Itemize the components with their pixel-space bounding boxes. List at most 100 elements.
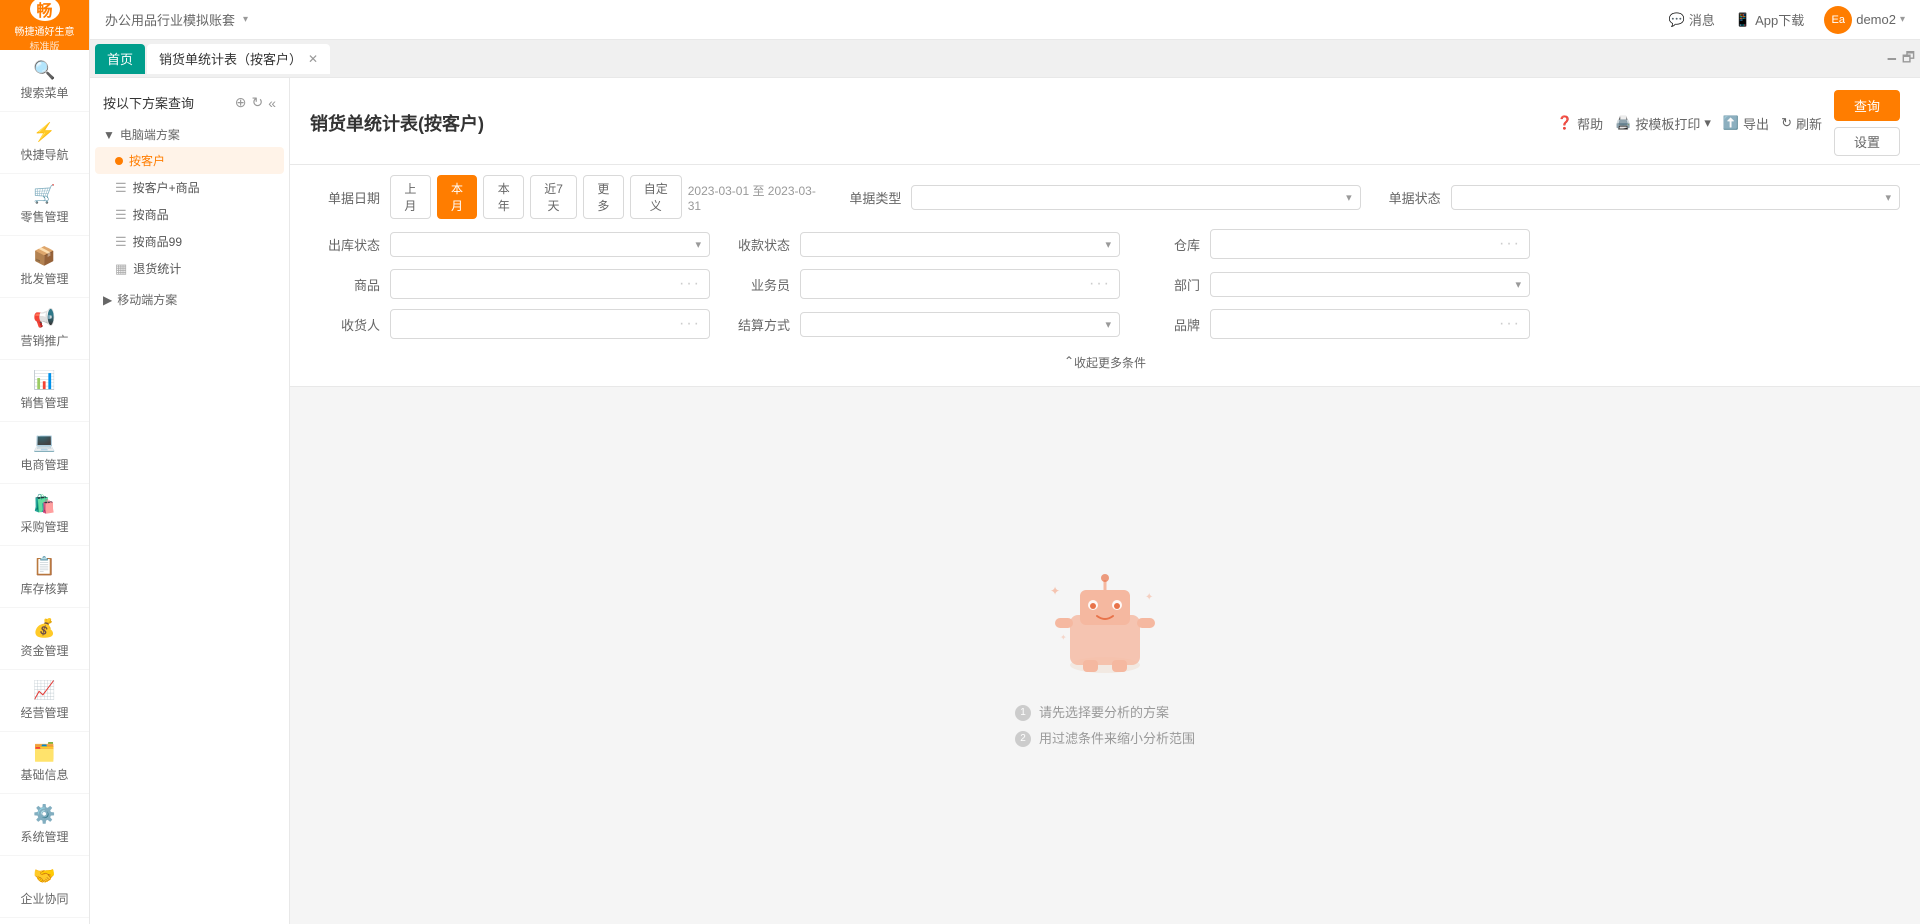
sidebar-item-inventory[interactable]: 📋 库存核算 (0, 546, 90, 608)
scheme-item-product[interactable]: ☰ 按商品 (95, 201, 284, 228)
sidebar-item-search[interactable]: 🔍 搜索菜单 (0, 50, 90, 112)
sidebar-item-quicknav[interactable]: ⚡ 快捷导航 (0, 112, 90, 174)
settings-button[interactable]: 设置 (1834, 127, 1900, 156)
order-type-label: 单据类型 (831, 188, 901, 207)
receiver-input[interactable]: ··· (390, 309, 710, 339)
sidebar-item-basic[interactable]: 🗂️ 基础信息 (0, 732, 90, 794)
dept-label: 部门 (1130, 275, 1200, 294)
scheme-item-label: 按商品 (133, 206, 169, 223)
top-header: 办公用品行业模拟账套 ▾ 💬 消息 📱 App下载 Ea demo2 ▾ (90, 0, 1920, 40)
sidebar-item-enterprise[interactable]: 🤝 企业协同 (0, 856, 90, 918)
filter-row-receiver: 收货人 ··· 结算方式 ▾ 品牌 ··· (310, 309, 1900, 339)
user-profile[interactable]: Ea demo2 ▾ (1824, 6, 1905, 34)
header-actions: 💬 消息 📱 App下载 Ea demo2 ▾ (1669, 6, 1905, 34)
sidebar-item-ecommerce[interactable]: 💻 电商管理 (0, 422, 90, 484)
brand-input[interactable]: ··· (1210, 309, 1530, 339)
date-btn-7days[interactable]: 近7天 (530, 175, 577, 219)
app-download-label: App下载 (1755, 10, 1804, 29)
staff-dots: ··· (1089, 275, 1111, 293)
retail-icon: 🛒 (5, 184, 85, 205)
sidebar-item-finance[interactable]: 💰 资金管理 (0, 608, 90, 670)
scheme-group-mobile-title[interactable]: ▶ 移动端方案 (95, 287, 284, 312)
sidebar-item-system[interactable]: ⚙️ 系统管理 (0, 794, 90, 856)
sidebar-item-marketing[interactable]: 📢 营销推广 (0, 298, 90, 360)
scheme-item-icon: ☰ (115, 234, 127, 250)
page-actions: ❓ 帮助 🖨️ 按模板打印 ▾ ⬆️ 导出 ↻ 刷新 (1557, 90, 1900, 156)
product-input[interactable]: ··· (390, 269, 710, 299)
message-icon: 💬 (1669, 12, 1685, 28)
order-type-caret: ▾ (1346, 191, 1352, 204)
scheme-add-icon[interactable]: ⊕ (235, 94, 247, 111)
warehouse-input[interactable]: ··· (1210, 229, 1530, 259)
ecommerce-icon: 💻 (5, 432, 85, 453)
app-download-btn[interactable]: 📱 App下载 (1735, 10, 1804, 29)
message-btn[interactable]: 💬 消息 (1669, 10, 1715, 29)
sidebar-item-sales[interactable]: 📊 销售管理 (0, 360, 90, 422)
sidebar-item-label: 快捷导航 (5, 146, 85, 163)
content-wrapper: 按以下方案查询 ⊕ ↻ « ▼ 电脑端方案 按客户 ☰ 按客 (90, 78, 1920, 924)
sidebar-item-newbie[interactable]: 🎓 新手引导 (0, 918, 90, 924)
template-print-arrow: ▾ (1704, 115, 1711, 131)
scheme-item-label: 按客户+商品 (133, 179, 200, 196)
help-btn[interactable]: ❓ 帮助 (1557, 114, 1603, 133)
staff-input[interactable]: ··· (800, 269, 1120, 299)
sidebar-item-label: 企业协同 (5, 890, 85, 907)
receipt-status-input[interactable]: ▾ (800, 232, 1120, 257)
query-button[interactable]: 查询 (1834, 90, 1900, 121)
scheme-item-product99[interactable]: ☰ 按商品99 (95, 228, 284, 255)
download-icon: 📱 (1735, 12, 1751, 28)
scheme-item-customer-product[interactable]: ☰ 按客户+商品 (95, 174, 284, 201)
refresh-btn[interactable]: ↻ 刷新 (1781, 114, 1822, 133)
date-btn-custom[interactable]: 自定义 (630, 175, 682, 219)
dept-input[interactable]: ▾ (1210, 272, 1530, 297)
receipt-status-caret: ▾ (1105, 238, 1111, 251)
export-label: 导出 (1743, 114, 1769, 133)
app-name: 畅捷通好生意 (15, 23, 75, 38)
sidebar-item-label: 电商管理 (5, 456, 85, 473)
tab-home[interactable]: 首页 (95, 44, 145, 74)
sidebar-item-label: 零售管理 (5, 208, 85, 225)
order-status-input[interactable]: ▾ (1451, 185, 1900, 210)
warehouse-dots: ··· (1499, 235, 1521, 253)
sidebar: 畅 畅捷通好生意 标准版 🔍 搜索菜单 ⚡ 快捷导航 🛒 零售管理 📦 批发管理… (0, 0, 90, 924)
help-label: 帮助 (1577, 114, 1603, 133)
enterprise-icon: 🤝 (5, 866, 85, 887)
sidebar-item-operations[interactable]: 📈 经营管理 (0, 670, 90, 732)
scheme-item-bycustomer[interactable]: 按客户 (95, 147, 284, 174)
export-btn[interactable]: ⬆️ 导出 (1723, 114, 1769, 133)
page-title: 销货单统计表(按客户) (310, 110, 484, 136)
scheme-collapse-icon[interactable]: « (268, 95, 276, 111)
scheme-panel-title: 按以下方案查询 (103, 93, 194, 112)
sidebar-item-label: 基础信息 (5, 766, 85, 783)
page-title-bar: 销货单统计表(按客户) ❓ 帮助 🖨️ 按模板打印 ▾ ⬆️ 导出 (290, 78, 1920, 165)
sidebar-item-wholesale[interactable]: 📦 批发管理 (0, 236, 90, 298)
tab-close-btn[interactable]: ✕ (308, 52, 318, 66)
collapse-row[interactable]: ⌃ 收起更多条件 (310, 349, 1900, 376)
date-btn-last-month[interactable]: 上月 (390, 175, 431, 219)
breadcrumb-dropdown-icon[interactable]: ▾ (243, 14, 248, 25)
scheme-refresh-icon[interactable]: ↻ (251, 94, 263, 111)
staff-label: 业务员 (720, 275, 790, 294)
date-btn-this-year[interactable]: 本年 (483, 175, 524, 219)
scheme-group-label: 移动端方案 (117, 291, 177, 308)
settlement-input[interactable]: ▾ (800, 312, 1120, 337)
tab-maximize-icon[interactable]: 🗗 (1902, 47, 1915, 71)
date-btn-more[interactable]: 更多 (583, 175, 624, 219)
tabs-bar: 首页 销货单统计表（按客户） ✕ 🗕 🗗 (90, 40, 1920, 78)
out-status-input[interactable]: ▾ (390, 232, 710, 257)
template-print-btn[interactable]: 🖨️ 按模板打印 ▾ (1615, 114, 1711, 133)
sidebar-item-label: 批发管理 (5, 270, 85, 287)
refresh-icon: ↻ (1781, 115, 1792, 131)
sidebar-item-retail[interactable]: 🛒 零售管理 (0, 174, 90, 236)
order-type-input[interactable]: ▾ (911, 185, 1360, 210)
scheme-group-label: 电脑端方案 (120, 126, 180, 143)
date-btn-this-month[interactable]: 本月 (437, 175, 478, 219)
tab-minimize-icon[interactable]: 🗕 (1887, 47, 1897, 71)
tab-sales-stats[interactable]: 销货单统计表（按客户） ✕ (147, 44, 330, 74)
sidebar-item-label: 系统管理 (5, 828, 85, 845)
message-label: 消息 (1689, 10, 1715, 29)
scheme-group-desktop-title[interactable]: ▼ 电脑端方案 (95, 122, 284, 147)
scheme-group-mobile: ▶ 移动端方案 (95, 287, 284, 312)
scheme-item-return-stats[interactable]: ▦ 退货统计 (95, 255, 284, 282)
sidebar-item-purchase[interactable]: 🛍️ 采购管理 (0, 484, 90, 546)
